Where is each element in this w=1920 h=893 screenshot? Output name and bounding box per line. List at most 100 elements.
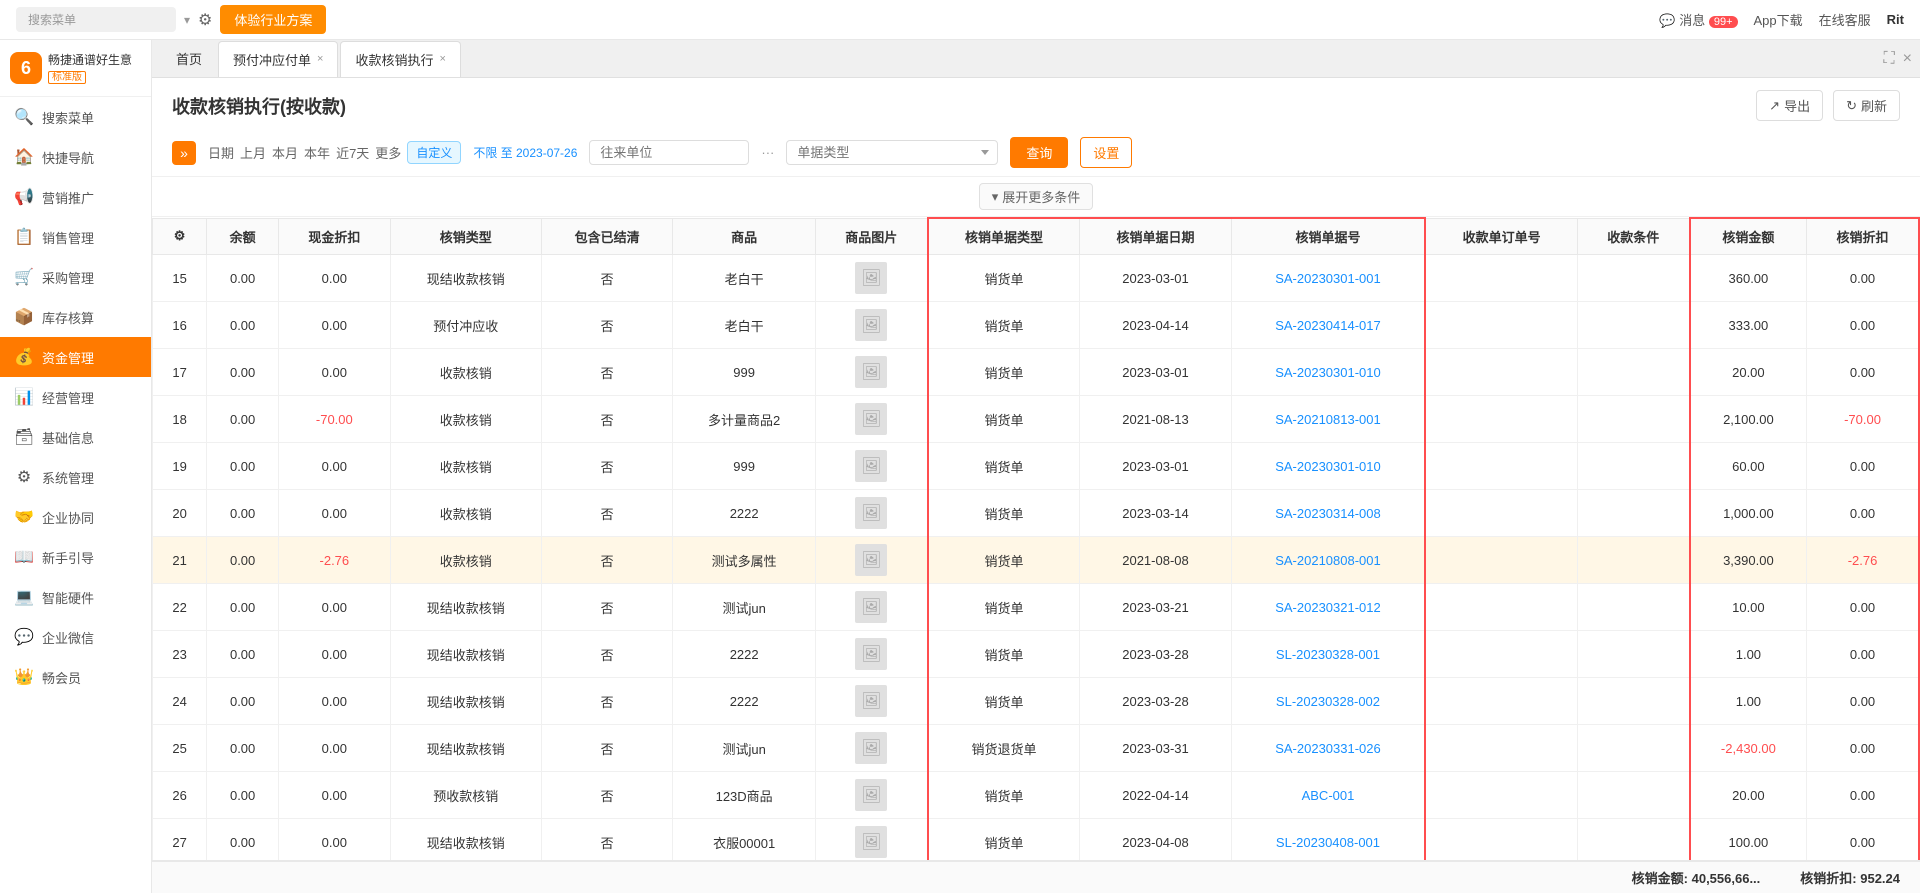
- sidebar-item-marketing[interactable]: 📢营销推广: [0, 177, 151, 217]
- row-balance: 0.00: [207, 678, 279, 725]
- sidebar-item-system[interactable]: ⚙系统管理: [0, 457, 151, 497]
- export-btn[interactable]: ↗ 导出: [1756, 90, 1823, 121]
- tab-writeoff[interactable]: 收款核销执行 ×: [340, 41, 460, 77]
- sidebar-item-finance[interactable]: 💰资金管理: [0, 337, 151, 377]
- bill-no-link[interactable]: SA-20230301-010: [1275, 459, 1381, 474]
- tab-prepay-close[interactable]: ×: [317, 53, 323, 65]
- tab-home[interactable]: 首页: [160, 41, 218, 76]
- sidebar-item-basic[interactable]: 🗃基础信息: [0, 417, 151, 457]
- row-goods: 测试jun: [673, 725, 815, 772]
- message-icon[interactable]: 💬 消息 99+: [1659, 10, 1737, 29]
- member-icon: 👑: [14, 667, 34, 687]
- date-last-month[interactable]: 上月: [240, 143, 266, 162]
- bill-no-link[interactable]: SA-20210813-001: [1275, 412, 1381, 427]
- bill-no-link[interactable]: SA-20210808-001: [1275, 553, 1381, 568]
- row-included: 否: [541, 255, 672, 302]
- sidebar-item-label: 营销推广: [42, 188, 94, 207]
- row-bill-no[interactable]: SA-20230331-026: [1231, 725, 1425, 772]
- product-image: 🖼: [855, 450, 887, 482]
- main-layout: 6 畅捷通谱好生意 标准版 🔍搜索菜单🏠快捷导航📢营销推广📋销售管理🛒采购管理📦…: [0, 40, 1920, 893]
- row-bill-no[interactable]: SA-20230301-001: [1231, 255, 1425, 302]
- row-bill-no[interactable]: SA-20230321-012: [1231, 584, 1425, 631]
- row-bill-type: 销货单: [928, 537, 1080, 584]
- amount-total-value: 40,556,66...: [1692, 871, 1761, 886]
- row-bill-date: 2023-04-08: [1080, 819, 1231, 861]
- sidebar-item-label: 经营管理: [42, 388, 94, 407]
- date-7days[interactable]: 近7天: [336, 143, 369, 162]
- sidebar-item-inventory[interactable]: 📦库存核算: [0, 297, 151, 337]
- row-included: 否: [541, 772, 672, 819]
- row-balance: 0.00: [207, 772, 279, 819]
- top-search-input[interactable]: 搜索菜单: [16, 7, 176, 32]
- row-balance: 0.00: [207, 631, 279, 678]
- expand-more-btn[interactable]: ▾ 展开更多条件: [979, 183, 1094, 210]
- user-name: Rit: [1887, 12, 1904, 27]
- refresh-btn[interactable]: ↻ 刷新: [1833, 90, 1900, 121]
- filter-expand-btn[interactable]: »: [172, 141, 196, 165]
- setting-btn[interactable]: 设置: [1080, 137, 1132, 168]
- row-bill-type: 销货退货单: [928, 725, 1080, 772]
- row-type: 收款核销: [390, 396, 541, 443]
- sidebar-item-member[interactable]: 👑畅会员: [0, 657, 151, 697]
- date-this-year[interactable]: 本年: [304, 143, 330, 162]
- party-dots: ···: [761, 145, 774, 160]
- row-bill-no[interactable]: SA-20210813-001: [1231, 396, 1425, 443]
- row-bill-no[interactable]: SA-20230314-008: [1231, 490, 1425, 537]
- row-order-no: [1425, 396, 1577, 443]
- sidebar-item-search[interactable]: 🔍搜索菜单: [0, 97, 151, 137]
- row-bill-no[interactable]: ABC-001: [1231, 772, 1425, 819]
- tab-close-all-icon[interactable]: ×: [1903, 50, 1912, 68]
- row-num: 15: [153, 255, 207, 302]
- bill-no-link[interactable]: ABC-001: [1302, 788, 1355, 803]
- settings-gear-icon[interactable]: ⚙: [198, 10, 212, 30]
- sidebar-item-enterprise[interactable]: 🤝企业协同: [0, 497, 151, 537]
- tab-prepay[interactable]: 预付冲应付单 ×: [218, 41, 338, 77]
- tab-maximize-icon[interactable]: ⛶: [1883, 50, 1894, 68]
- row-bill-no[interactable]: SA-20230414-017: [1231, 302, 1425, 349]
- row-bill-no[interactable]: SA-20210808-001: [1231, 537, 1425, 584]
- bill-no-link[interactable]: SA-20230301-010: [1275, 365, 1381, 380]
- bill-no-link[interactable]: SL-20230328-001: [1276, 647, 1380, 662]
- row-bill-no[interactable]: SL-20230328-002: [1231, 678, 1425, 725]
- bill-no-link[interactable]: SL-20230408-001: [1276, 835, 1380, 850]
- row-bill-no[interactable]: SL-20230328-001: [1231, 631, 1425, 678]
- bill-no-link[interactable]: SL-20230328-002: [1276, 694, 1380, 709]
- date-range-display: 不限 至 2023-07-26: [473, 144, 577, 161]
- bill-no-link[interactable]: SA-20230321-012: [1275, 600, 1381, 615]
- sidebar-item-sales[interactable]: 📋销售管理: [0, 217, 151, 257]
- bill-no-link[interactable]: SA-20230331-026: [1275, 741, 1381, 756]
- sidebar-item-guide[interactable]: 📖新手引导: [0, 537, 151, 577]
- sidebar-item-label: 采购管理: [42, 268, 94, 287]
- amount-total-label: 核销金额:: [1632, 871, 1692, 886]
- row-bill-no[interactable]: SA-20230301-010: [1231, 443, 1425, 490]
- row-order-no: [1425, 490, 1577, 537]
- logo-tag: 标准版: [48, 71, 86, 84]
- date-more[interactable]: 更多: [375, 143, 401, 162]
- sidebar-item-purchase[interactable]: 🛒采购管理: [0, 257, 151, 297]
- bill-no-link[interactable]: SA-20230314-008: [1275, 506, 1381, 521]
- col-header-1: 余额: [207, 218, 279, 255]
- col-header-3: 核销类型: [390, 218, 541, 255]
- date-custom-btn[interactable]: 自定义: [407, 141, 461, 164]
- app-download-link[interactable]: App下载: [1754, 10, 1803, 29]
- bill-type-input[interactable]: [786, 140, 998, 165]
- sidebar-item-wechat[interactable]: 💬企业微信: [0, 617, 151, 657]
- row-discount: 0.00: [1807, 443, 1919, 490]
- party-input[interactable]: [589, 140, 749, 165]
- tab-writeoff-close[interactable]: ×: [439, 53, 445, 65]
- sidebar-item-operation[interactable]: 📊经营管理: [0, 377, 151, 417]
- row-bill-no[interactable]: SL-20230408-001: [1231, 819, 1425, 861]
- row-img: 🖼: [815, 819, 927, 861]
- online-service-link[interactable]: 在线客服: [1819, 10, 1871, 29]
- query-btn[interactable]: 查询: [1010, 137, 1068, 168]
- row-cash-discount: 0.00: [279, 490, 391, 537]
- bill-no-link[interactable]: SA-20230301-001: [1275, 271, 1381, 286]
- bill-no-link[interactable]: SA-20230414-017: [1275, 318, 1381, 333]
- sidebar-item-label: 快捷导航: [42, 148, 94, 167]
- date-this-month[interactable]: 本月: [272, 143, 298, 162]
- sidebar-item-quicknav[interactable]: 🏠快捷导航: [0, 137, 151, 177]
- industry-btn[interactable]: 体验行业方案: [220, 5, 326, 34]
- sidebar-item-hardware[interactable]: 💻智能硬件: [0, 577, 151, 617]
- row-bill-no[interactable]: SA-20230301-010: [1231, 349, 1425, 396]
- row-amount: 100.00: [1690, 819, 1807, 861]
